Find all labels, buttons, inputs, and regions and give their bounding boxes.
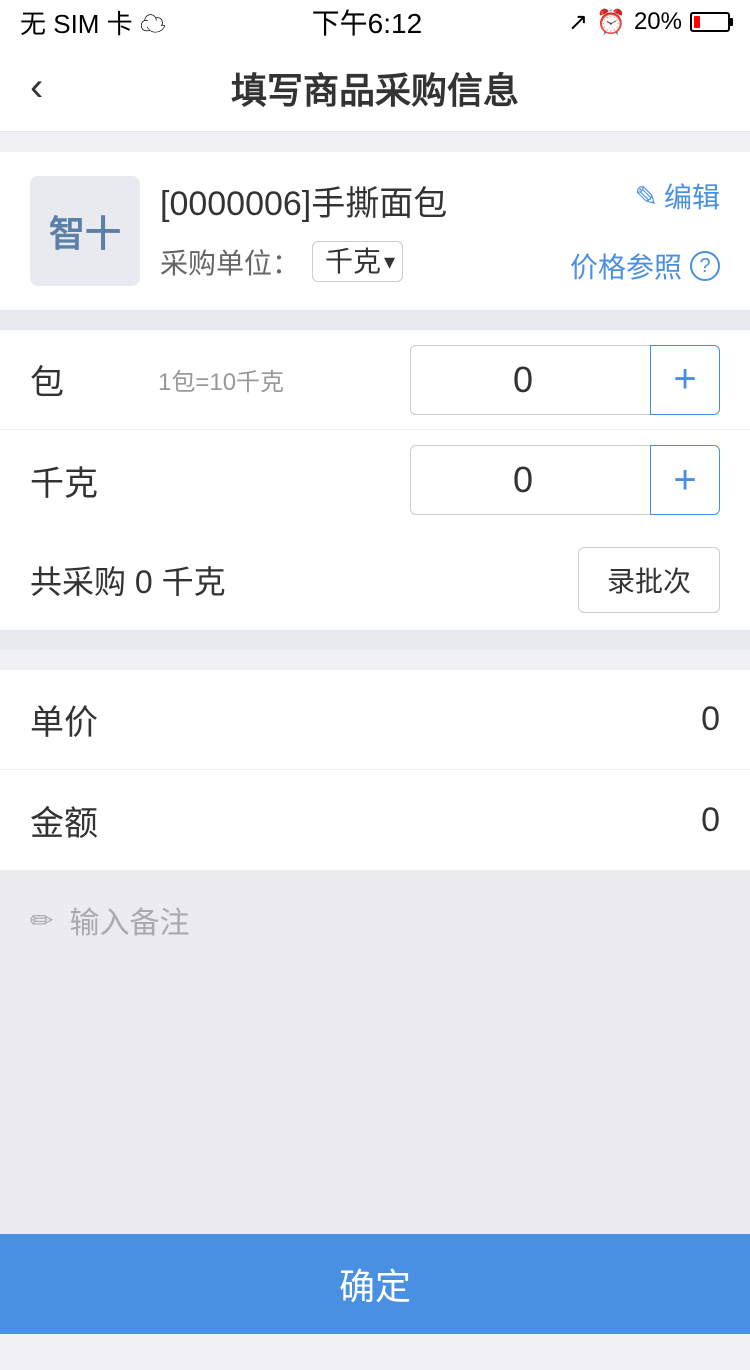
pencil-icon: ✏	[30, 904, 53, 937]
info-icon: ?	[690, 251, 720, 281]
product-image: 智十	[30, 176, 140, 286]
confirm-button[interactable]: 确定	[0, 1234, 750, 1334]
back-button[interactable]: ‹	[30, 65, 43, 110]
signal-icon: ↗	[568, 8, 588, 37]
kg-field-wrapper: +	[410, 445, 720, 515]
kg-label: 千克	[30, 456, 150, 505]
unit-price-row: 单价 0	[0, 670, 750, 770]
summary-text: 共采购 0 千克	[30, 557, 578, 603]
kg-input-row: 千克 +	[0, 430, 750, 530]
unit-select[interactable]: 千克	[312, 241, 403, 282]
status-time: 下午6:12	[312, 2, 423, 42]
batch-button[interactable]: 录批次	[578, 547, 720, 613]
amount-value: 0	[701, 801, 720, 840]
price-section: 单价 0 金额 0	[0, 670, 750, 870]
notes-placeholder: 输入备注	[69, 898, 189, 942]
sim-status: 无 SIM 卡 ☁	[20, 4, 166, 41]
kg-input[interactable]	[410, 445, 650, 515]
status-bar: 无 SIM 卡 ☁ 下午6:12 ↗ ⏰ 20%	[0, 0, 750, 44]
section-divider-1	[0, 310, 750, 330]
notes-section[interactable]: ✏ 输入备注	[0, 870, 750, 970]
unit-select-wrapper[interactable]: 千克	[312, 241, 403, 282]
summary-row: 共采购 0 千克 录批次	[0, 530, 750, 630]
status-right: ↗ ⏰ 20%	[568, 8, 730, 37]
nav-bar: ‹ 填写商品采购信息	[0, 44, 750, 132]
amount-label: 金额	[30, 796, 701, 845]
bao-label: 包	[30, 355, 150, 404]
bao-input[interactable]	[410, 345, 650, 415]
unit-label: 采购单位：	[160, 242, 300, 282]
unit-price-label: 单价	[30, 695, 701, 744]
edit-button[interactable]: ✎ 编辑	[635, 176, 720, 216]
quantity-input-section: 包 1包=10千克 + 千克 +	[0, 330, 750, 530]
bao-sub-label: 1包=10千克	[158, 362, 410, 397]
bao-plus-button[interactable]: +	[650, 345, 720, 415]
unit-price-value: 0	[701, 700, 720, 739]
page-title: 填写商品采购信息	[231, 62, 519, 114]
battery-percent: 20%	[634, 8, 682, 36]
section-divider-2	[0, 630, 750, 650]
empty-area	[0, 970, 750, 1270]
edit-icon: ✎	[635, 180, 658, 213]
price-ref-label: 价格参照	[570, 246, 682, 286]
price-ref-button[interactable]: 价格参照 ?	[570, 246, 720, 286]
amount-row: 金额 0	[0, 770, 750, 870]
alarm-icon: ⏰	[596, 8, 626, 37]
bao-field-wrapper: +	[410, 345, 720, 415]
battery-icon	[690, 12, 730, 32]
edit-label: 编辑	[664, 176, 720, 216]
product-logo: 智十	[49, 205, 121, 257]
product-card: 智十 [0000006]手撕面包 采购单位： 千克 ✎ 编辑 价格参照 ?	[0, 152, 750, 310]
kg-plus-button[interactable]: +	[650, 445, 720, 515]
status-left: 无 SIM 卡 ☁	[20, 4, 166, 41]
bao-input-row: 包 1包=10千克 +	[0, 330, 750, 430]
